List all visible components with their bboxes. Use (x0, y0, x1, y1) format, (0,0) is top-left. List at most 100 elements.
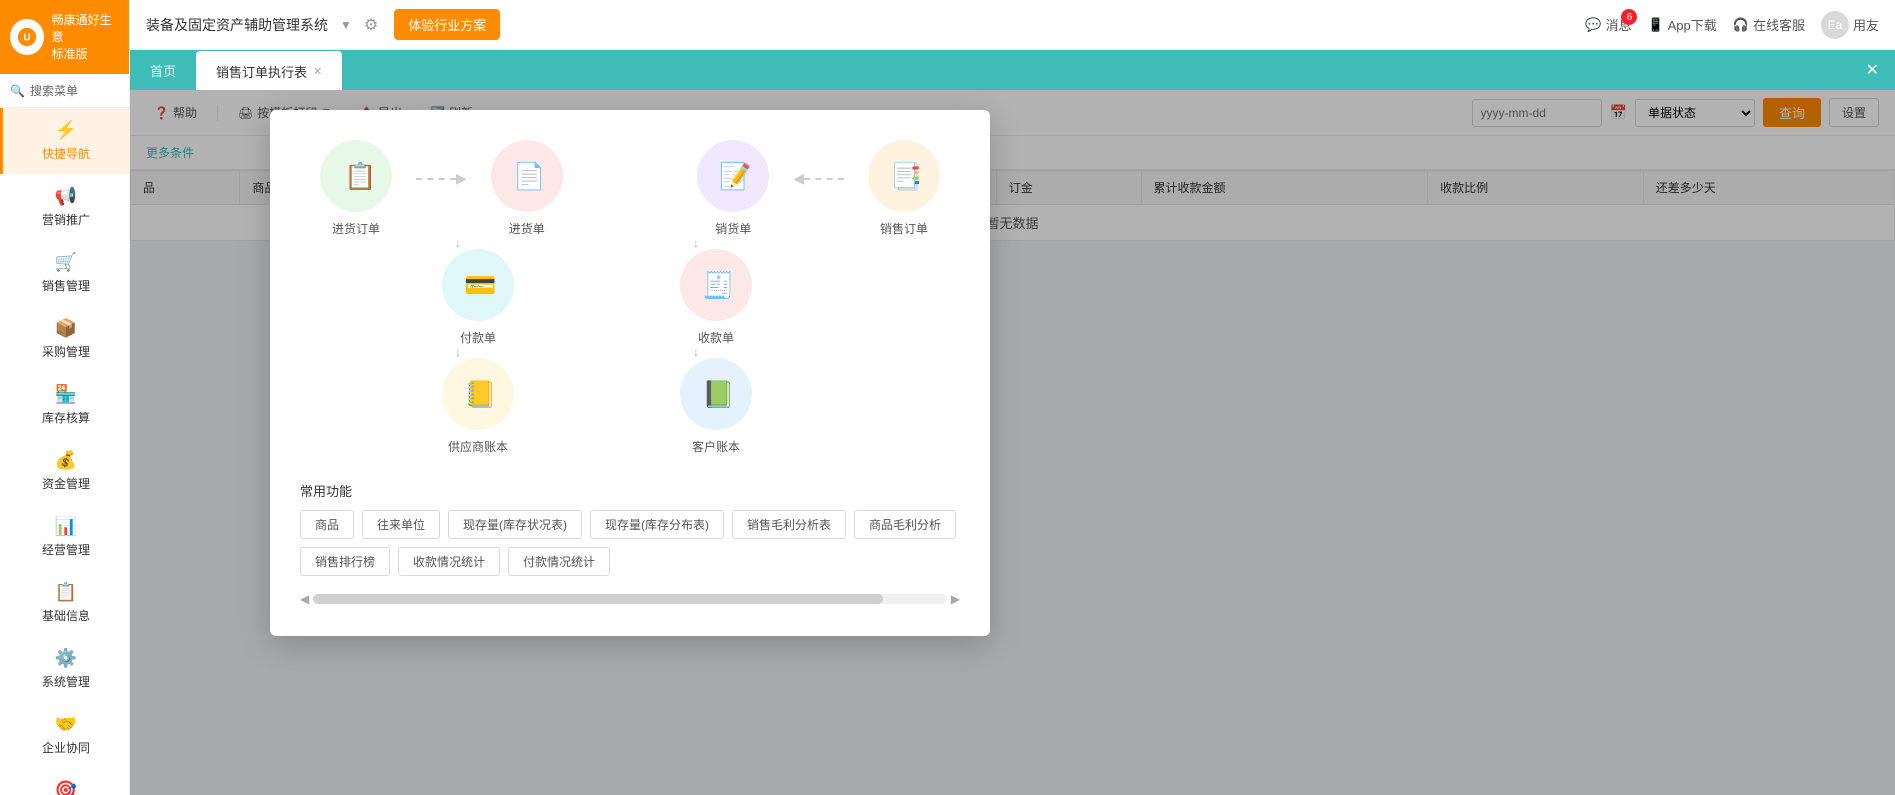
sidebar-item-finance[interactable]: 💰 资金管理 (0, 438, 129, 504)
sales-icon: 🛒 (55, 252, 77, 273)
purchase-icon: 📦 (55, 318, 77, 339)
sidebar-item-sales[interactable]: 🛒 销售管理 (0, 240, 129, 306)
message-icon: 💬 (1585, 17, 1601, 33)
sales-order-circle: 📑 (868, 140, 940, 212)
main-area: 装备及固定资产辅助管理系统 ▼ ⚙ 体验行业方案 💬 消息 6 📱 App下载 … (130, 0, 1895, 795)
flow-node-purchase-bill: 📄 进货单 (491, 140, 563, 237)
sidebar-item-inventory[interactable]: 🏪 库存核算 (0, 372, 129, 438)
svg-text:📝: 📝 (719, 161, 751, 191)
func-btn-payment-stats[interactable]: 付款情况统计 (508, 547, 610, 576)
flow-node-customer-ledger: 📗 客户账本 (680, 358, 752, 455)
system-title: 装备及固定资产辅助管理系统 (146, 15, 328, 35)
func-btn-partner[interactable]: 往来单位 (362, 510, 440, 539)
sidebar-logo: U 畅康通好生意 标准版 (0, 0, 129, 74)
sidebar-item-label: 企业协同 (42, 739, 90, 756)
online-service-button[interactable]: 🎧 在线客服 (1733, 15, 1805, 34)
sidebar-item-label: 系统管理 (42, 673, 90, 690)
tab-bar: 首页 销售订单执行表 ✕ ✕ (130, 50, 1895, 90)
flow-node-supplier-ledger: 📒 供应商账本 (442, 358, 514, 455)
sidebar-item-basic-info[interactable]: 📋 基础信息 (0, 570, 129, 636)
modal: 📋 进货订单 ▶ (270, 110, 990, 636)
flow-diagram: 📋 进货订单 ▶ (300, 140, 960, 471)
receipt-label: 收款单 (698, 329, 734, 346)
sales-bill-circle: 📝 (697, 140, 769, 212)
sidebar-item-label: 经营管理 (42, 541, 90, 558)
sidebar-item-quick-nav[interactable]: ⚡ 快捷导航 (0, 108, 129, 174)
quick-nav-icon: ⚡ (55, 120, 77, 141)
online-service-label: 在线客服 (1753, 15, 1805, 34)
sidebar-item-operations[interactable]: 📊 经营管理 (0, 504, 129, 570)
scroll-left-icon[interactable]: ◀ (300, 592, 309, 606)
user-label: 用友 (1853, 15, 1879, 34)
function-buttons: 商品 往来单位 现存量(库存状况表) 现存量(库存分布表) 销售毛利分析表 商品… (300, 510, 960, 539)
func-btn-product-margin[interactable]: 商品毛利分析 (854, 510, 956, 539)
message-badge: 6 (1621, 9, 1637, 25)
app-download-button[interactable]: 📱 App下载 (1647, 15, 1716, 34)
app-download-label: App下载 (1668, 15, 1717, 34)
supplier-ledger-label: 供应商账本 (448, 438, 508, 455)
scroll-right-icon[interactable]: ▶ (951, 592, 960, 606)
tab-sales-order-exec-label: 销售订单执行表 (216, 62, 307, 81)
payment-label: 付款单 (460, 329, 496, 346)
enterprise-icon: 🤝 (55, 714, 77, 735)
top-header: 装备及固定资产辅助管理系统 ▼ ⚙ 体验行业方案 💬 消息 6 📱 App下载 … (130, 0, 1895, 50)
marketing-icon: 📢 (55, 186, 77, 207)
sales-bill-label: 销货单 (715, 220, 751, 237)
operations-icon: 📊 (55, 516, 77, 537)
flow-node-sales-order: 📑 销售订单 (868, 140, 940, 237)
tab-sales-order-exec[interactable]: 销售订单执行表 ✕ (196, 51, 342, 91)
message-button[interactable]: 💬 消息 6 (1585, 15, 1631, 34)
sidebar-item-label: 基础信息 (42, 607, 90, 624)
logo-icon: U (10, 19, 44, 55)
flow-node-receipt: 🧾 收款单 (680, 249, 752, 346)
scrollbar-thumb[interactable] (313, 594, 883, 604)
sidebar-item-enterprise[interactable]: 🤝 企业协同 (0, 702, 129, 768)
func-btn-collection-stats[interactable]: 收款情况统计 (398, 547, 500, 576)
sidebar-item-purchase[interactable]: 📦 采购管理 (0, 306, 129, 372)
tab-home[interactable]: 首页 (130, 50, 196, 90)
guide-icon: 🎯 (55, 780, 77, 795)
func-btn-product[interactable]: 商品 (300, 510, 354, 539)
sidebar-item-label: 资金管理 (42, 475, 90, 492)
customer-ledger-circle: 📗 (680, 358, 752, 430)
svg-text:🧾: 🧾 (702, 270, 734, 300)
logo-text: 畅康通好生意 标准版 (52, 12, 119, 62)
tab-bar-close-icon[interactable]: ✕ (1866, 60, 1879, 80)
customer-ledger-label: 客户账本 (692, 438, 740, 455)
func-btn-sales-margin[interactable]: 销售毛利分析表 (732, 510, 846, 539)
flow-node-purchase-order: 📋 进货订单 (320, 140, 392, 237)
func-btn-sales-rank[interactable]: 销售排行榜 (300, 547, 390, 576)
modal-overlay[interactable]: 📋 进货订单 ▶ (130, 90, 1895, 795)
func-btn-stock-status[interactable]: 现存量(库存状况表) (448, 510, 582, 539)
svg-text:📄: 📄 (513, 161, 545, 191)
content-area: ❓ 帮助 🖨 按模板打印 ▼ 📤 导出 🔄 刷新 (130, 90, 1895, 795)
common-functions-title: 常用功能 (300, 481, 960, 500)
common-functions: 常用功能 商品 往来单位 现存量(库存状况表) 现存量(库存分布表) 销售毛利分… (300, 481, 960, 576)
tab-close-icon[interactable]: ✕ (313, 65, 322, 78)
sidebar-item-guide[interactable]: 🎯 新手引导 (0, 768, 129, 795)
sales-order-label: 销售订单 (880, 220, 928, 237)
svg-text:📗: 📗 (702, 379, 734, 409)
svg-text:📋: 📋 (344, 161, 374, 191)
sidebar-item-label: 销售管理 (42, 277, 90, 294)
flow-node-payment: 💳 付款单 (442, 249, 514, 346)
svg-text:📒: 📒 (464, 379, 496, 409)
sidebar-search[interactable]: 🔍 搜索菜单 (0, 74, 129, 108)
sidebar-item-marketing[interactable]: 📢 营销推广 (0, 174, 129, 240)
finance-icon: 💰 (55, 450, 77, 471)
payment-circle: 💳 (442, 249, 514, 321)
sidebar-item-system[interactable]: ⚙️ 系统管理 (0, 636, 129, 702)
user-avatar[interactable]: Ea 用友 (1821, 11, 1879, 39)
function-buttons-row2: 销售排行榜 收款情况统计 付款情况统计 (300, 547, 960, 576)
trial-button[interactable]: 体验行业方案 (394, 9, 500, 40)
tab-home-label: 首页 (150, 61, 176, 80)
func-btn-stock-dist[interactable]: 现存量(库存分布表) (590, 510, 724, 539)
system-icon: ⚙️ (55, 648, 77, 669)
sidebar-item-label: 采购管理 (42, 343, 90, 360)
inventory-icon: 🏪 (55, 384, 77, 405)
sidebar: U 畅康通好生意 标准版 🔍 搜索菜单 ⚡ 快捷导航 📢 营销推广 🛒 销售管理 (0, 0, 130, 795)
dropdown-arrow-icon[interactable]: ▼ (340, 18, 352, 32)
purchase-bill-label: 进货单 (509, 220, 545, 237)
header-right: 💬 消息 6 📱 App下载 🎧 在线客服 Ea 用友 (1585, 11, 1879, 39)
settings-icon[interactable]: ⚙ (364, 15, 378, 35)
